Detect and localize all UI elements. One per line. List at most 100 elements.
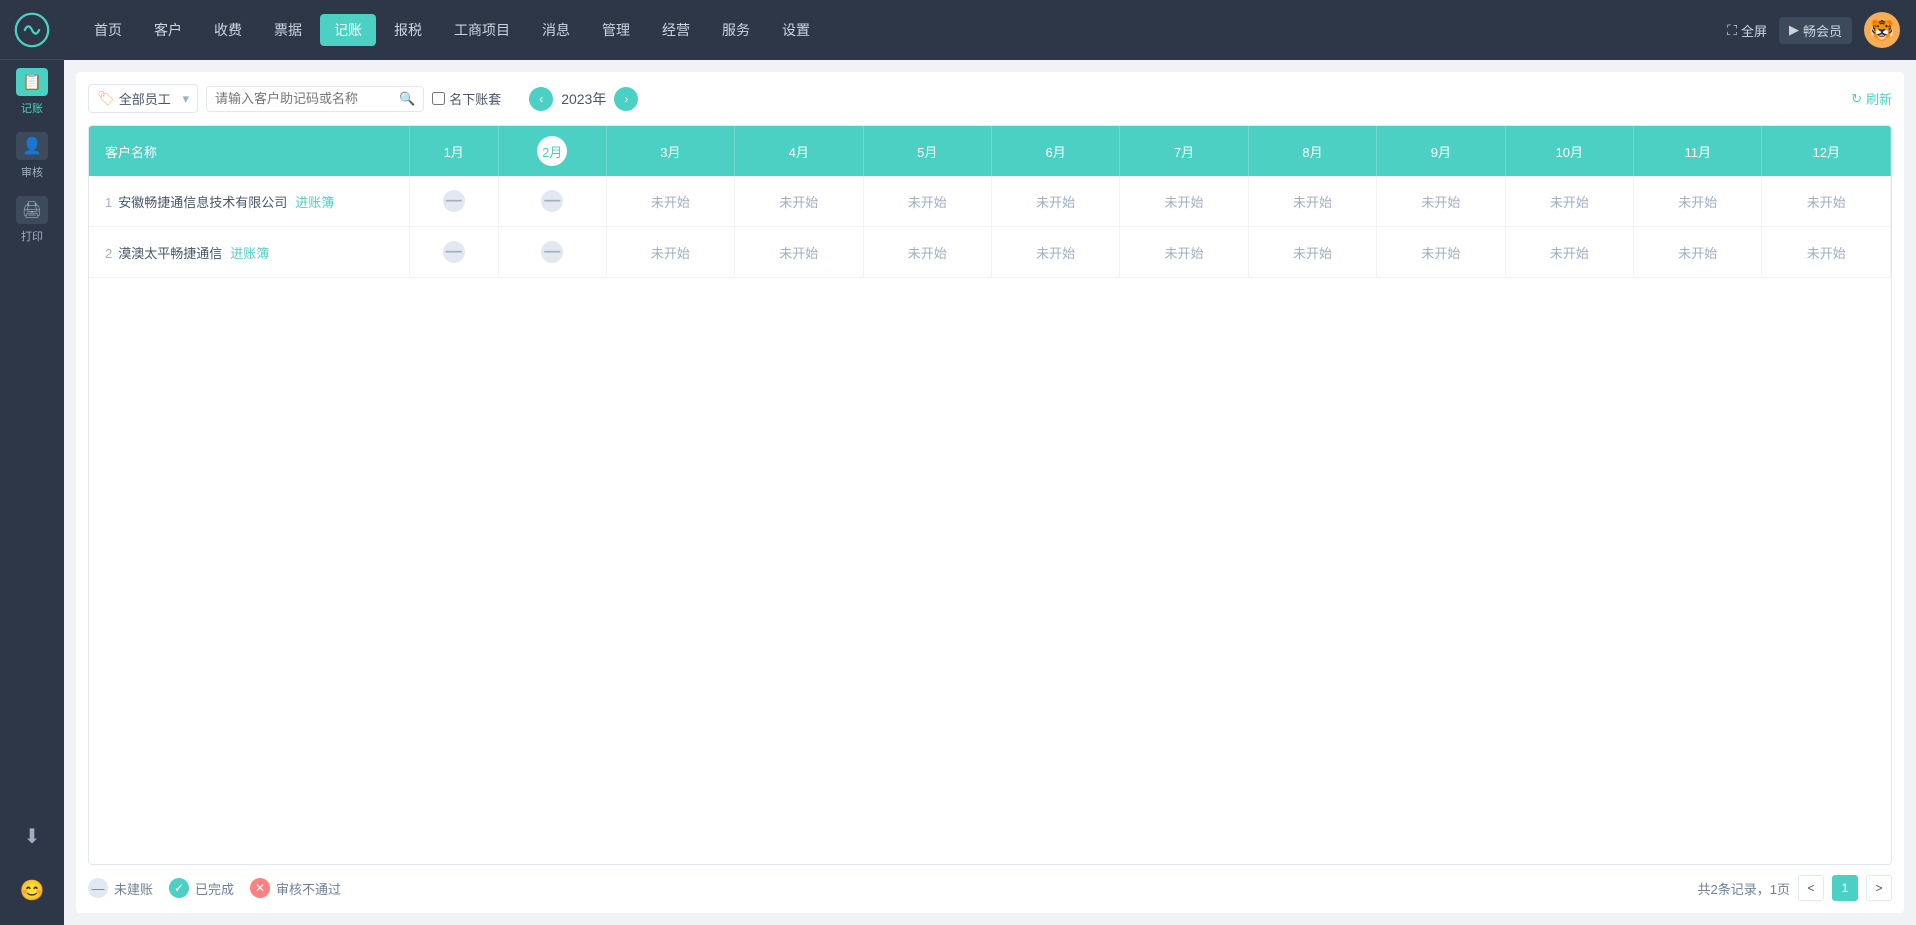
employee-filter[interactable]: 🏷 全部员工 ▾	[88, 84, 198, 113]
prev-year-button[interactable]: ‹	[529, 87, 553, 111]
legend-completed: ✓ 已完成	[169, 878, 234, 898]
search-icon[interactable]: 🔍	[399, 91, 415, 107]
row-number: 1	[105, 195, 112, 210]
nav-home[interactable]: 首页	[80, 14, 136, 46]
month-cell-4: 未开始	[735, 176, 863, 227]
prev-page-button[interactable]: <	[1798, 875, 1824, 901]
not-built-status: —	[541, 190, 563, 212]
not-built-status: —	[443, 190, 465, 212]
nav-service[interactable]: 服务	[708, 14, 764, 46]
col-header-aug: 8月	[1248, 126, 1376, 176]
not-started-status: 未开始	[1807, 195, 1846, 210]
checkbox-label[interactable]: 名下账套	[432, 89, 501, 108]
data-table-container: 客户名称 1月 2月 3月 4月 5月 6月	[88, 125, 1892, 865]
nav-accounting[interactable]: 记账	[320, 14, 376, 46]
col-header-apr: 4月	[735, 126, 863, 176]
content-card: 🏷 全部员工 ▾ 🔍 名下账套 ‹ 2023年 ›	[76, 72, 1904, 913]
app-logo	[0, 0, 64, 60]
not-built-icon: —	[88, 878, 108, 898]
search-wrap: 🔍	[206, 86, 424, 112]
month-cell-7: 未开始	[1120, 176, 1248, 227]
audit-icon: 👤	[16, 132, 48, 160]
legend-not-built: — 未建账	[88, 878, 153, 898]
next-year-button[interactable]: ›	[614, 87, 638, 111]
month-cell-6: 未开始	[991, 176, 1119, 227]
main-area: 首页 客户 收费 票据 记账 报税 工商项目 消息 管理 经营 服务 设置 ⛶ …	[64, 0, 1916, 925]
month-cell-11: 未开始	[1634, 176, 1762, 227]
month-cell-1: —	[409, 176, 498, 227]
col-header-oct: 10月	[1505, 126, 1633, 176]
nav-message[interactable]: 消息	[528, 14, 584, 46]
not-started-status: 未开始	[908, 246, 947, 261]
enter-ledger-link[interactable]: 进账簿	[230, 246, 269, 261]
month-cell-4: 未开始	[735, 227, 863, 278]
col-header-nov: 11月	[1634, 126, 1762, 176]
not-started-status: 未开始	[1678, 246, 1717, 261]
col-header-mar: 3月	[606, 126, 734, 176]
not-started-status: 未开始	[779, 246, 818, 261]
avatar[interactable]: 🐯	[1864, 12, 1900, 48]
month-cell-5: 未开始	[863, 227, 991, 278]
tag-icon: 🏷	[97, 90, 115, 107]
month-cell-3: 未开始	[606, 227, 734, 278]
vip-icon: ▶	[1789, 22, 1799, 38]
fullscreen-button[interactable]: ⛶ 全屏	[1727, 21, 1767, 40]
sidebar-bottom: ⬇ 😊	[0, 811, 64, 925]
nav-settings[interactable]: 设置	[768, 14, 824, 46]
current-page-button[interactable]: 1	[1832, 875, 1858, 901]
next-page-button[interactable]: >	[1866, 875, 1892, 901]
sidebar-item-accounting[interactable]: 📋 记账	[0, 60, 64, 124]
enter-ledger-link[interactable]: 进账簿	[295, 195, 334, 210]
year-navigation: ‹ 2023年 ›	[529, 87, 638, 111]
filter-chevron-icon: ▾	[182, 91, 189, 107]
rejected-icon: ✕	[250, 878, 270, 898]
month-cell-7: 未开始	[1120, 227, 1248, 278]
pagination-total: 共2条记录，1页	[1698, 879, 1790, 898]
fullscreen-icon: ⛶	[1727, 22, 1737, 39]
sidebar-item-print[interactable]: 🖨 打印	[0, 188, 64, 252]
col-header-feb: 2月	[498, 126, 606, 176]
vip-button[interactable]: ▶ 畅会员	[1779, 17, 1852, 44]
client-name: 安徽畅捷通信息技术有限公司	[118, 195, 287, 210]
month-cell-3: 未开始	[606, 176, 734, 227]
month-cell-11: 未开始	[1634, 227, 1762, 278]
month-cell-9: 未开始	[1377, 227, 1505, 278]
user-face-icon[interactable]: 😊	[0, 865, 64, 915]
client-name: 漠澳太平畅捷通信	[118, 246, 222, 261]
download-icon[interactable]: ⬇	[0, 811, 64, 861]
month-cell-12: 未开始	[1762, 176, 1891, 227]
not-started-status: 未开始	[1293, 195, 1332, 210]
not-started-status: 未开始	[1678, 195, 1717, 210]
checkbox-my-accounts[interactable]	[432, 92, 445, 105]
nav-invoice[interactable]: 票据	[260, 14, 316, 46]
nav-operation[interactable]: 经营	[648, 14, 704, 46]
pagination: 共2条记录，1页 < 1 >	[1698, 875, 1892, 901]
month-cell-2: —	[498, 176, 606, 227]
not-started-status: 未开始	[1421, 246, 1460, 261]
nav-biz[interactable]: 工商项目	[440, 14, 524, 46]
nav-tax[interactable]: 报税	[380, 14, 436, 46]
col-header-jun: 6月	[991, 126, 1119, 176]
nav-fee[interactable]: 收费	[200, 14, 256, 46]
search-input[interactable]	[215, 91, 395, 106]
sidebar-item-audit[interactable]: 👤 审核	[0, 124, 64, 188]
not-built-status: —	[541, 241, 563, 263]
table-row: 2漠澳太平畅捷通信进账簿——未开始未开始未开始未开始未开始未开始未开始未开始未开…	[89, 227, 1891, 278]
top-navigation: 首页 客户 收费 票据 记账 报税 工商项目 消息 管理 经营 服务 设置 ⛶ …	[64, 0, 1916, 60]
nav-manage[interactable]: 管理	[588, 14, 644, 46]
nav-client[interactable]: 客户	[140, 14, 196, 46]
toolbar: 🏷 全部员工 ▾ 🔍 名下账套 ‹ 2023年 ›	[88, 84, 1892, 113]
month-cell-8: 未开始	[1248, 176, 1376, 227]
client-name-cell: 2漠澳太平畅捷通信进账簿	[89, 227, 409, 278]
not-started-status: 未开始	[651, 246, 690, 261]
col-header-client: 客户名称	[89, 126, 409, 176]
col-header-dec: 12月	[1762, 126, 1891, 176]
refresh-button[interactable]: ↻ 刷新	[1851, 89, 1892, 108]
not-started-status: 未开始	[1550, 195, 1589, 210]
legend-rejected: ✕ 审核不通过	[250, 878, 341, 898]
not-started-status: 未开始	[1165, 246, 1204, 261]
month-cell-10: 未开始	[1505, 227, 1633, 278]
not-started-status: 未开始	[1421, 195, 1460, 210]
month-cell-10: 未开始	[1505, 176, 1633, 227]
not-started-status: 未开始	[1807, 246, 1846, 261]
